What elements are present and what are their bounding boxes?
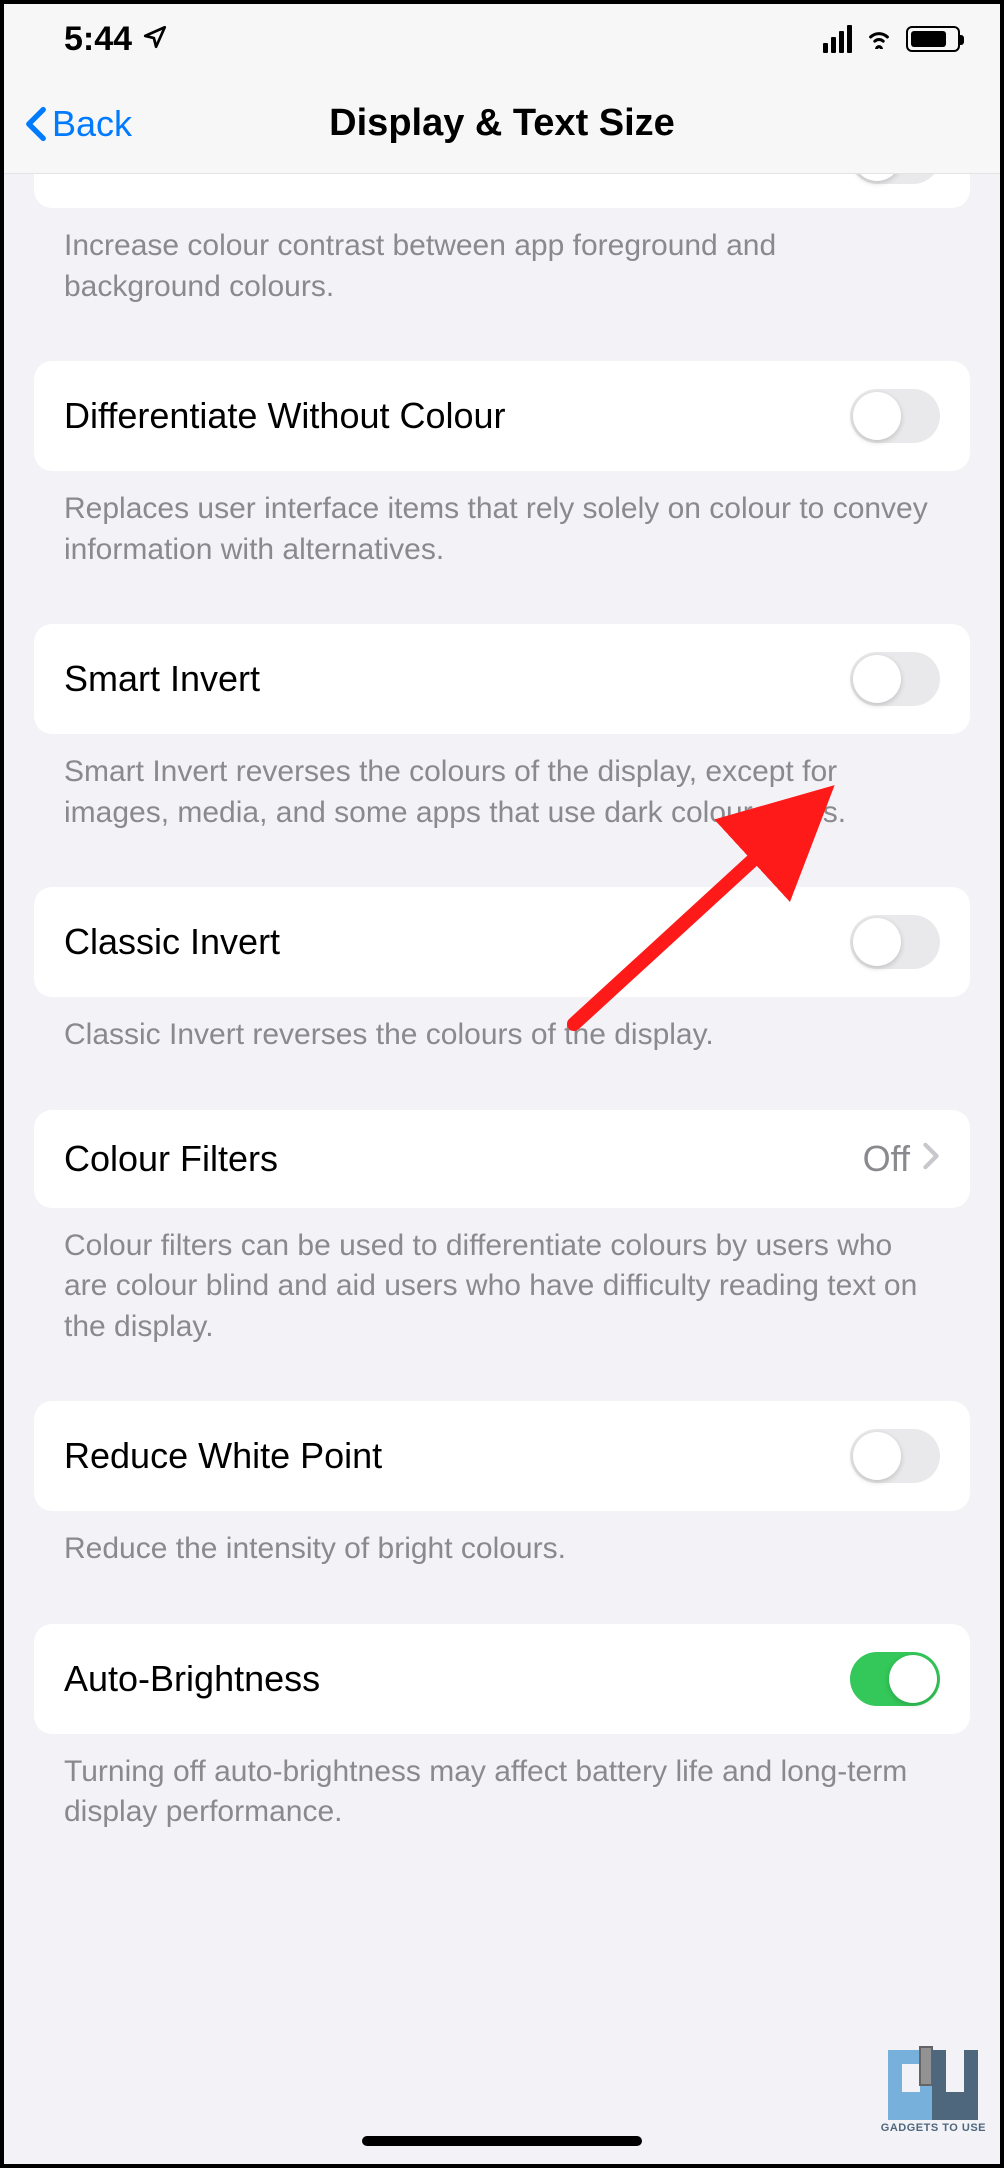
reduce-white-point-row[interactable]: Reduce White Point	[34, 1401, 970, 1511]
back-label: Back	[52, 103, 132, 145]
auto-brightness-toggle[interactable]	[850, 1652, 940, 1706]
differentiate-without-colour-row[interactable]: Differentiate Without Colour	[34, 361, 970, 471]
back-button[interactable]: Back	[24, 103, 132, 145]
differentiate-description: Replaces user interface items that rely …	[34, 471, 970, 570]
battery-icon	[906, 26, 960, 52]
increase-contrast-row[interactable]: Increase Contrast	[34, 174, 970, 208]
smart-invert-toggle[interactable]	[850, 652, 940, 706]
status-bar: 5:44	[4, 4, 1000, 74]
classic-invert-toggle[interactable]	[850, 915, 940, 969]
chevron-right-icon	[922, 1142, 940, 1175]
colour-filters-row[interactable]: Colour Filters Off	[34, 1110, 970, 1208]
differentiate-toggle[interactable]	[850, 389, 940, 443]
auto-brightness-row[interactable]: Auto-Brightness	[34, 1624, 970, 1734]
classic-invert-row[interactable]: Classic Invert	[34, 887, 970, 997]
chevron-left-icon	[24, 106, 48, 142]
watermark-logo-icon	[888, 2050, 978, 2120]
increase-contrast-description: Increase colour contrast between app for…	[34, 208, 970, 307]
increase-contrast-label: Increase Contrast	[64, 174, 396, 179]
watermark-text: GADGETS TO USE	[881, 2122, 986, 2134]
status-time: 5:44	[64, 20, 132, 59]
colour-filters-description: Colour filters can be used to differenti…	[34, 1208, 970, 1348]
colour-filters-label: Colour Filters	[64, 1138, 278, 1180]
page-title: Display & Text Size	[329, 102, 675, 145]
colour-filters-value: Off	[863, 1138, 910, 1180]
smart-invert-description: Smart Invert reverses the colours of the…	[34, 734, 970, 833]
reduce-white-point-description: Reduce the intensity of bright colours.	[34, 1511, 970, 1570]
reduce-white-point-label: Reduce White Point	[64, 1435, 382, 1477]
reduce-white-point-toggle[interactable]	[850, 1429, 940, 1483]
differentiate-label: Differentiate Without Colour	[64, 395, 506, 437]
location-icon	[142, 20, 168, 59]
increase-contrast-toggle[interactable]	[850, 174, 940, 184]
classic-invert-label: Classic Invert	[64, 921, 280, 963]
auto-brightness-label: Auto-Brightness	[64, 1658, 320, 1700]
wifi-icon	[864, 25, 894, 54]
cellular-signal-icon	[823, 25, 852, 53]
smart-invert-row[interactable]: Smart Invert	[34, 624, 970, 734]
home-indicator[interactable]	[362, 2136, 642, 2146]
auto-brightness-description: Turning off auto-brightness may affect b…	[34, 1734, 970, 1833]
watermark: GADGETS TO USE	[881, 2050, 986, 2134]
navigation-bar: Back Display & Text Size	[4, 74, 1000, 174]
classic-invert-description: Classic Invert reverses the colours of t…	[34, 997, 970, 1056]
smart-invert-label: Smart Invert	[64, 658, 260, 700]
